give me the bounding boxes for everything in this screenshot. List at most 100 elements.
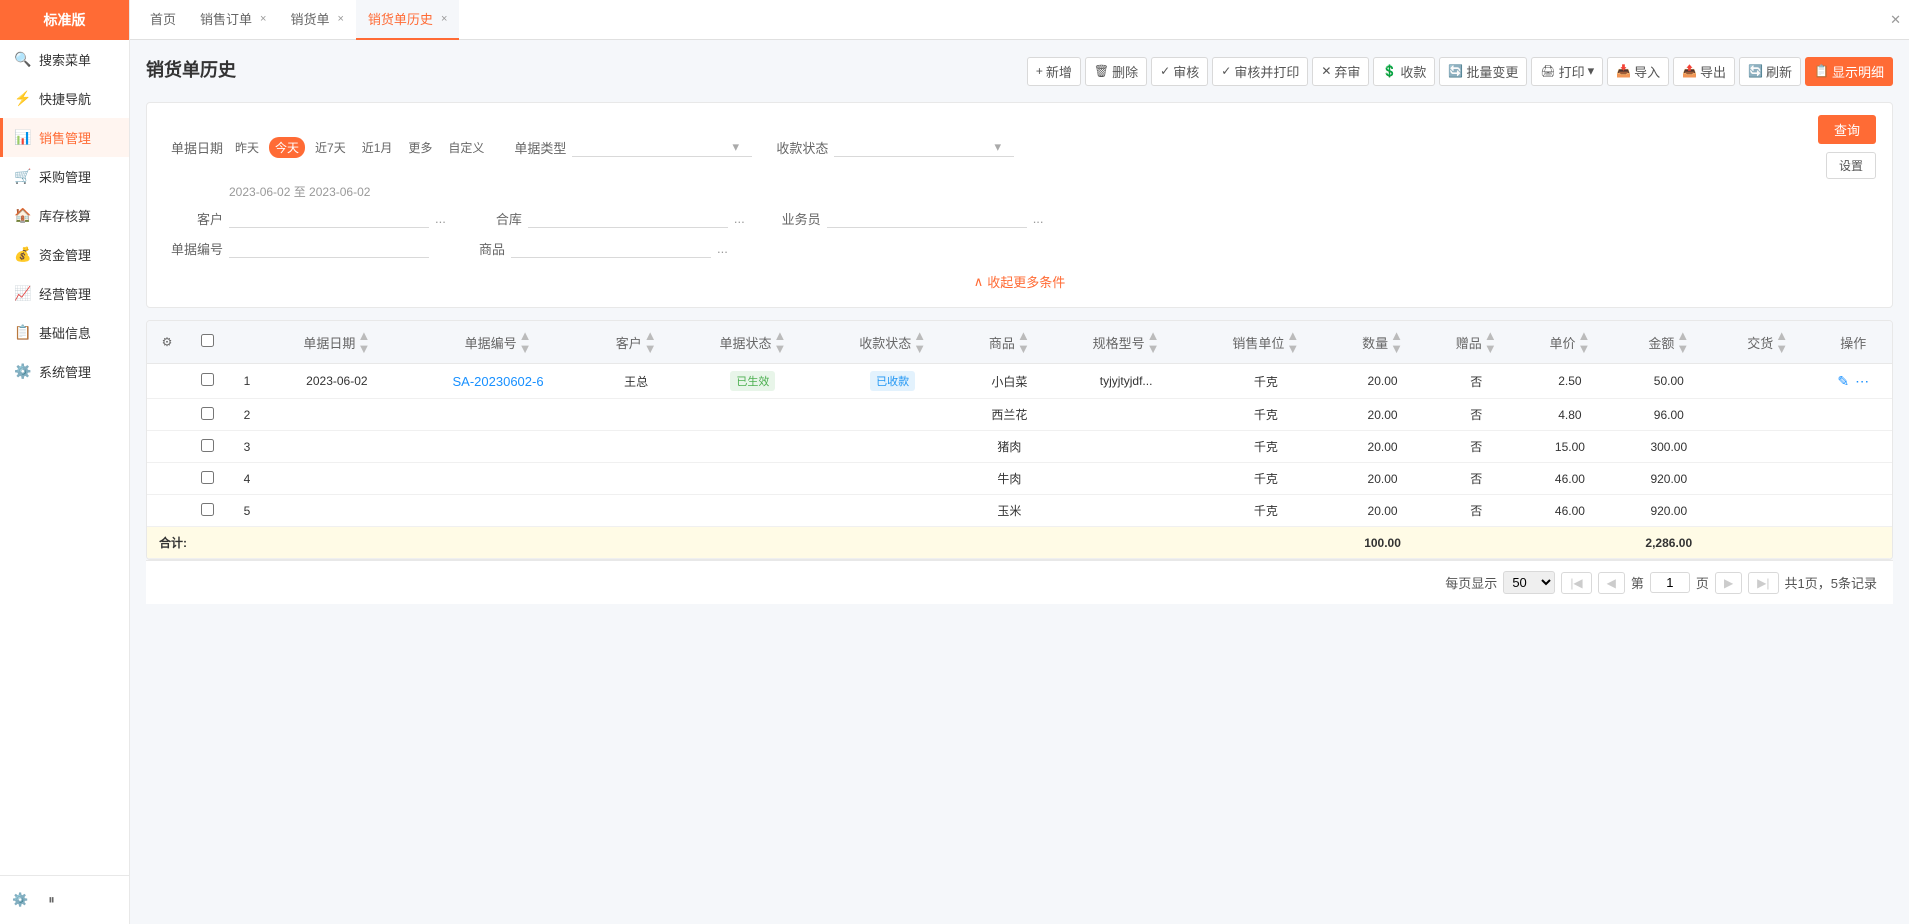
th-spec[interactable]: 规格型号 ▲▼ [1056, 321, 1196, 364]
row-checkbox[interactable] [201, 471, 214, 484]
import-button[interactable]: 📥 导入 [1607, 57, 1669, 86]
tab-home[interactable]: 首页 [138, 0, 188, 40]
warehouse-dots[interactable]: ... [734, 211, 745, 226]
export-label: 导出 [1700, 62, 1726, 81]
sidebar-item-sales-mgmt[interactable]: 📊 销售管理 [0, 118, 129, 157]
next-page-button[interactable]: ▶ [1715, 572, 1742, 594]
doc-status-sort-icon: ▲▼ [773, 329, 786, 355]
query-button[interactable]: 查询 [1818, 115, 1876, 144]
collect-status-input[interactable] [834, 137, 994, 156]
page-number-input[interactable] [1650, 572, 1690, 593]
settings-button[interactable]: 设置 [1826, 152, 1876, 179]
cell-trade [1721, 399, 1815, 431]
select-all-checkbox[interactable] [201, 334, 214, 347]
sidebar-item-basic-info[interactable]: 📋 基础信息 [0, 313, 129, 352]
filter-sales-rep: 业务员 ... [761, 208, 1044, 228]
print-button[interactable]: 🖨 打印 ▾ [1531, 57, 1603, 86]
sales-rep-input[interactable] [827, 208, 1027, 228]
audit-print-button[interactable]: ✓ 审核并打印 [1212, 57, 1308, 86]
more-icon[interactable]: ⋯ [1855, 373, 1869, 390]
tab-sales-history-close[interactable]: × [441, 13, 447, 25]
batch-change-button[interactable]: 🔄 批量变更 [1439, 57, 1527, 86]
th-collect-status[interactable]: 收款状态 ▲▼ [823, 321, 963, 364]
sidebar-bottom-settings[interactable]: ⚙️ ⏸ [0, 884, 129, 916]
warehouse-input[interactable] [528, 208, 728, 228]
customer-input[interactable] [229, 208, 429, 228]
sidebar-item-inventory[interactable]: 🏠 库存核算 [0, 196, 129, 235]
tab-sales-history[interactable]: 销货单历史 × [356, 0, 459, 40]
th-action-label: 操作 [1840, 336, 1866, 351]
goods-input[interactable] [511, 238, 711, 258]
table-row: 3 猪肉 千克 20.00 否 15.00 300.00 [147, 431, 1892, 463]
refresh-button[interactable]: 🔄 刷新 [1739, 57, 1801, 86]
tab-sales-goods-close[interactable]: × [337, 13, 343, 25]
goods-dots[interactable]: ... [717, 241, 728, 256]
sidebar-item-sys-mgmt[interactable]: ⚙️ 系统管理 [0, 352, 129, 391]
tab-home-label: 首页 [150, 9, 176, 28]
doc-no-link[interactable]: SA-20230602-6 [453, 374, 544, 389]
cell-doc-status [683, 463, 823, 495]
th-trade[interactable]: 交货 ▲▼ [1721, 321, 1815, 364]
tab-sales-order-close[interactable]: × [260, 13, 266, 25]
cell-check[interactable] [187, 364, 227, 399]
sidebar-item-operations[interactable]: 📈 经营管理 [0, 274, 129, 313]
sidebar-item-quick-nav[interactable]: ⚡ 快捷导航 [0, 79, 129, 118]
date-btn-7days[interactable]: 近7天 [309, 137, 352, 158]
doc-type-input[interactable] [572, 137, 732, 156]
per-page-select[interactable]: 50 100 200 [1503, 571, 1555, 594]
delete-button[interactable]: 🗑 删除 [1085, 57, 1147, 86]
th-amount[interactable]: 金额 ▲▼ [1617, 321, 1721, 364]
sidebar-item-finance-mgmt[interactable]: 💰 资金管理 [0, 235, 129, 274]
prev-page-button[interactable]: ◀ [1598, 572, 1625, 594]
tab-sales-goods[interactable]: 销货单 × [278, 0, 355, 40]
collect-button[interactable]: 💲 收款 [1373, 57, 1435, 86]
cell-customer: 王总 [589, 364, 683, 399]
filter-row-2: 客户 ... 合库 ... 业务员 ... [163, 208, 1876, 228]
customer-dots[interactable]: ... [435, 211, 446, 226]
date-btn-yesterday[interactable]: 昨天 [229, 137, 265, 158]
date-btn-1month[interactable]: 近1月 [356, 137, 399, 158]
th-qty[interactable]: 数量 ▲▼ [1336, 321, 1430, 364]
sidebar-item-purchase-mgmt[interactable]: 🛒 采购管理 [0, 157, 129, 196]
audit-button[interactable]: ✓ 审核 [1151, 57, 1208, 86]
cell-spec [1056, 431, 1196, 463]
doc-date-sort-icon: ▲▼ [357, 329, 370, 355]
th-unit-price[interactable]: 单价 ▲▼ [1523, 321, 1617, 364]
date-btn-custom[interactable]: 自定义 [442, 137, 490, 158]
th-unit[interactable]: 销售单位 ▲▼ [1196, 321, 1336, 364]
th-doc-no[interactable]: 单据编号 ▲▼ [407, 321, 590, 364]
collect-status-dropdown-icon[interactable]: ▾ [994, 139, 1001, 155]
row-checkbox[interactable] [201, 439, 214, 452]
th-customer[interactable]: 客户 ▲▼ [589, 321, 683, 364]
first-page-button[interactable]: |◀ [1561, 572, 1591, 594]
th-goods[interactable]: 商品 ▲▼ [963, 321, 1057, 364]
export-button[interactable]: 📤 导出 [1673, 57, 1735, 86]
row-checkbox[interactable] [201, 373, 214, 386]
window-close-icon[interactable]: ✕ [1890, 12, 1901, 28]
date-btn-more[interactable]: 更多 [402, 137, 438, 158]
tab-sales-order[interactable]: 销售订单 × [188, 0, 278, 40]
th-gift[interactable]: 赠品 ▲▼ [1429, 321, 1523, 364]
cell-qty: 20.00 [1336, 431, 1430, 463]
sales-rep-dots[interactable]: ... [1033, 211, 1044, 226]
show-detail-button[interactable]: 📋 显示明细 [1805, 57, 1893, 86]
sidebar-item-search-menu[interactable]: 🔍 搜索菜单 [0, 40, 129, 79]
abandon-button[interactable]: ✕ 弃审 [1312, 57, 1369, 86]
date-btn-today[interactable]: 今天 [269, 137, 305, 158]
row-checkbox[interactable] [201, 407, 214, 420]
doc-no-input[interactable] [229, 238, 429, 258]
doc-type-dropdown-icon[interactable]: ▾ [732, 139, 739, 155]
cell-check[interactable] [187, 463, 227, 495]
th-check[interactable] [187, 321, 227, 364]
edit-icon[interactable]: ✎ [1837, 373, 1849, 390]
cell-check[interactable] [187, 399, 227, 431]
th-gear[interactable]: ⚙ [147, 321, 187, 364]
th-doc-date[interactable]: 单据日期 ▲▼ [267, 321, 407, 364]
row-checkbox[interactable] [201, 503, 214, 516]
cell-check[interactable] [187, 431, 227, 463]
cell-check[interactable] [187, 495, 227, 527]
th-doc-status[interactable]: 单据状态 ▲▼ [683, 321, 823, 364]
collapse-button[interactable]: ∧ 收起更多条件 [970, 268, 1070, 295]
last-page-button[interactable]: ▶| [1748, 572, 1778, 594]
new-button[interactable]: + 新增 [1027, 57, 1081, 86]
